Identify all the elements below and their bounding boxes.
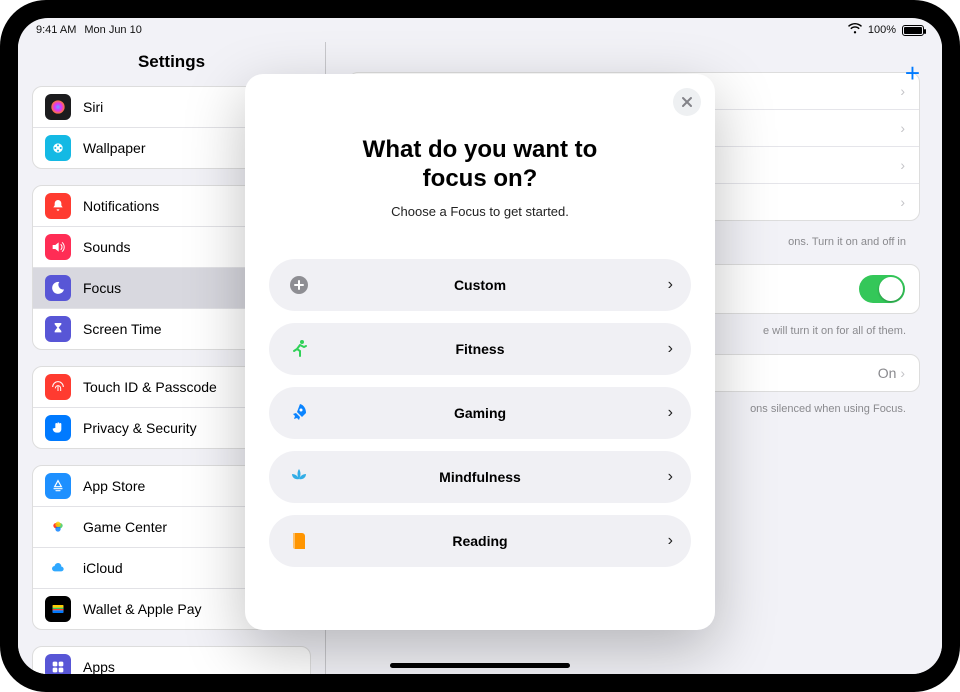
battery-percent: 100%: [868, 24, 896, 36]
focus-option-label: Gaming: [289, 405, 671, 421]
sidebar-item-label: App Store: [83, 478, 145, 494]
sidebar-item-label: Wallpaper: [83, 140, 146, 156]
sidebar-item-label: Wallet & Apple Pay: [83, 601, 202, 617]
sidebar-item-label: Siri: [83, 99, 103, 115]
wifi-icon: [848, 23, 862, 37]
focus-option-label: Mindfulness: [289, 469, 671, 485]
sidebar-item-label: Focus: [83, 280, 121, 296]
status-date: Mon Jun 10: [84, 24, 141, 36]
modal-subtitle: Choose a Focus to get started.: [269, 204, 691, 219]
sidebar-item-label: Game Center: [83, 519, 167, 535]
fingerprint-icon: [45, 374, 71, 400]
bell-icon: [45, 193, 71, 219]
sidebar-item-apps[interactable]: Apps: [33, 647, 310, 674]
sidebar-item-label: Touch ID & Passcode: [83, 379, 217, 395]
hourglass-icon: [45, 316, 71, 342]
focus-option-mindfulness[interactable]: Mindfulness›: [269, 451, 691, 503]
rocket-icon: [287, 401, 311, 425]
book-icon: [287, 529, 311, 553]
focus-option-label: Fitness: [289, 341, 671, 357]
chevron-right-icon: ›: [900, 120, 905, 136]
battery-icon: [902, 25, 924, 36]
close-button[interactable]: [673, 88, 701, 116]
sidebar-item-label: Screen Time: [83, 321, 162, 337]
chevron-right-icon: ›: [668, 340, 673, 358]
focus-option-reading[interactable]: Reading›: [269, 515, 691, 567]
sidebar-section: Apps: [32, 646, 311, 674]
focus-status-value: On: [878, 365, 897, 381]
share-toggle[interactable]: [859, 275, 905, 303]
speaker-icon: [45, 234, 71, 260]
chevron-right-icon: ›: [900, 157, 905, 173]
device-frame: 9:41 AM Mon Jun 10 100% Settings SiriWal…: [0, 0, 960, 692]
siri-icon: [45, 94, 71, 120]
hand-icon: [45, 415, 71, 441]
chevron-right-icon: ›: [900, 194, 905, 210]
chevron-right-icon: ›: [668, 276, 673, 294]
chevron-right-icon: ›: [668, 404, 673, 422]
sidebar-item-label: iCloud: [83, 560, 123, 576]
add-focus-button[interactable]: +: [905, 58, 920, 89]
cloud-icon: [45, 555, 71, 581]
focus-option-custom[interactable]: Custom›: [269, 259, 691, 311]
focus-option-gaming[interactable]: Gaming›: [269, 387, 691, 439]
home-indicator[interactable]: [390, 663, 570, 668]
apps-icon: [45, 654, 71, 674]
sidebar-item-label: Apps: [83, 659, 115, 674]
focus-option-label: Custom: [289, 277, 671, 293]
lotus-icon: [287, 465, 311, 489]
close-icon: [681, 96, 693, 108]
new-focus-modal: What do you want to focus on? Choose a F…: [245, 74, 715, 630]
sidebar-item-label: Sounds: [83, 239, 130, 255]
gamecenter-icon: [45, 514, 71, 540]
status-bar: 9:41 AM Mon Jun 10 100%: [18, 18, 942, 42]
chevron-right-icon: ›: [668, 468, 673, 486]
status-time: 9:41 AM: [36, 24, 76, 36]
focus-option-fitness[interactable]: Fitness›: [269, 323, 691, 375]
plus-circle-icon: [287, 273, 311, 297]
chevron-right-icon: ›: [900, 365, 905, 381]
moon-icon: [45, 275, 71, 301]
appstore-icon: [45, 473, 71, 499]
sidebar-item-label: Privacy & Security: [83, 420, 197, 436]
screen: 9:41 AM Mon Jun 10 100% Settings SiriWal…: [18, 18, 942, 674]
runner-icon: [287, 337, 311, 361]
wallet-icon: [45, 596, 71, 622]
chevron-right-icon: ›: [668, 532, 673, 550]
focus-options-list: Custom›Fitness›Gaming›Mindfulness›Readin…: [269, 259, 691, 567]
wallpaper-icon: [45, 135, 71, 161]
sidebar-item-label: Notifications: [83, 198, 159, 214]
modal-title: What do you want to focus on?: [269, 136, 691, 194]
focus-option-label: Reading: [289, 533, 671, 549]
